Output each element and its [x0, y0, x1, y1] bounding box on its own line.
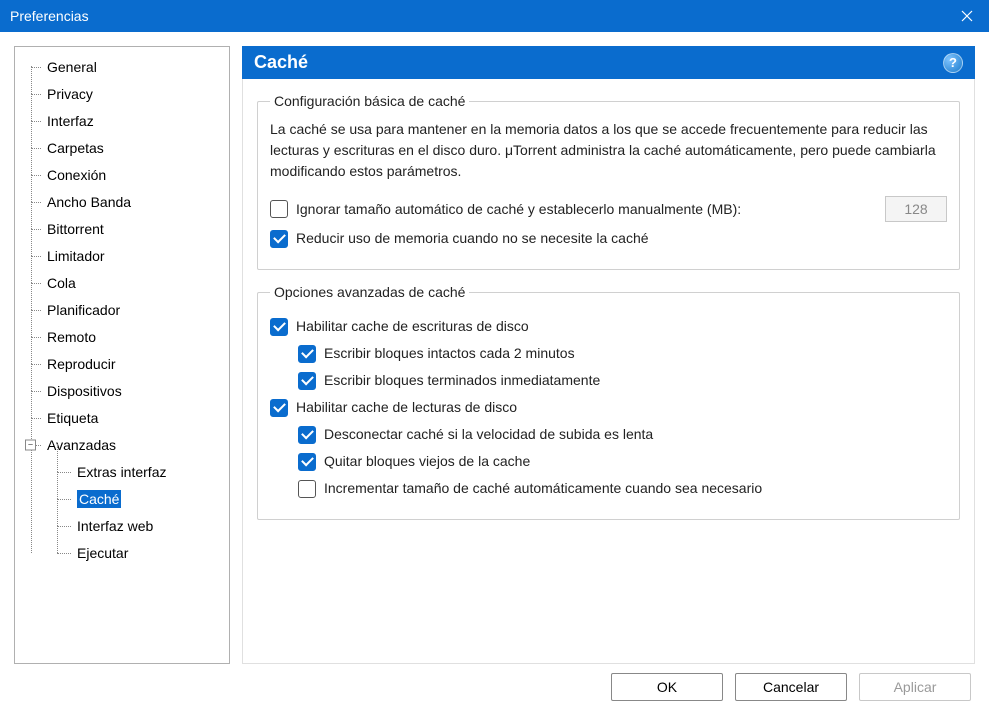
- checkbox-read-auto[interactable]: [298, 480, 316, 498]
- opt-write-intact-label: Escribir bloques intactos cada 2 minutos: [324, 343, 575, 364]
- tree-item[interactable]: Privacy: [19, 80, 225, 107]
- tree-item[interactable]: Dispositivos: [19, 377, 225, 404]
- opt-read-old[interactable]: Quitar bloques viejos de la cache: [298, 451, 947, 472]
- tree-item[interactable]: Carpetas: [19, 134, 225, 161]
- opt-read-auto-label: Incrementar tamaño de caché automáticame…: [324, 478, 762, 499]
- checkbox-manual-size[interactable]: [270, 200, 288, 218]
- manual-size-input[interactable]: [885, 196, 947, 222]
- checkbox-write-finished[interactable]: [298, 372, 316, 390]
- opt-read-cache[interactable]: Habilitar cache de lecturas de disco: [270, 397, 947, 418]
- titlebar: Preferencias: [0, 0, 989, 32]
- checkbox-reduce-memory[interactable]: [270, 230, 288, 248]
- tree-item[interactable]: Extras interfaz: [19, 458, 225, 485]
- tree-item[interactable]: Planificador: [19, 296, 225, 323]
- advanced-legend: Opciones avanzadas de caché: [270, 284, 469, 300]
- opt-read-auto[interactable]: Incrementar tamaño de caché automáticame…: [298, 478, 947, 499]
- tree-item[interactable]: Ejecutar: [19, 539, 225, 566]
- window-title: Preferencias: [10, 8, 89, 24]
- tree-item[interactable]: Ancho Banda: [19, 188, 225, 215]
- dialog-body: GeneralPrivacyInterfazCarpetasConexiónAn…: [0, 32, 989, 664]
- category-tree[interactable]: GeneralPrivacyInterfazCarpetasConexiónAn…: [14, 46, 230, 664]
- opt-manual-label: Ignorar tamaño automático de caché y est…: [296, 199, 741, 220]
- tree-item[interactable]: General: [19, 53, 225, 80]
- close-button[interactable]: [945, 0, 989, 32]
- tree-item[interactable]: Bittorrent: [19, 215, 225, 242]
- checkbox-read-slow[interactable]: [298, 426, 316, 444]
- basic-legend: Configuración básica de caché: [270, 93, 469, 109]
- tree-item[interactable]: Cola: [19, 269, 225, 296]
- tree-item[interactable]: Limitador: [19, 242, 225, 269]
- opt-reduce-label: Reducir uso de memoria cuando no se nece…: [296, 228, 649, 249]
- checkbox-write-intact[interactable]: [298, 345, 316, 363]
- opt-reduce-memory[interactable]: Reducir uso de memoria cuando no se nece…: [270, 228, 947, 249]
- opt-write-label: Habilitar cache de escrituras de disco: [296, 316, 529, 337]
- tree-item[interactable]: Etiqueta: [19, 404, 225, 431]
- apply-button: Aplicar: [859, 673, 971, 701]
- opt-read-old-label: Quitar bloques viejos de la cache: [324, 451, 530, 472]
- checkbox-read-cache[interactable]: [270, 399, 288, 417]
- panel-title: Caché: [254, 52, 308, 73]
- advanced-cache-group: Opciones avanzadas de caché Habilitar ca…: [257, 284, 960, 520]
- tree-item-advanced[interactable]: −Avanzadas: [19, 431, 225, 458]
- basic-description: La caché se usa para mantener en la memo…: [270, 119, 947, 182]
- opt-write-intact[interactable]: Escribir bloques intactos cada 2 minutos: [298, 343, 947, 364]
- help-icon[interactable]: ?: [943, 53, 963, 73]
- tree-item[interactable]: Conexión: [19, 161, 225, 188]
- tree-item[interactable]: Interfaz: [19, 107, 225, 134]
- collapse-icon[interactable]: −: [25, 439, 36, 450]
- cancel-button[interactable]: Cancelar: [735, 673, 847, 701]
- opt-manual-size[interactable]: Ignorar tamaño automático de caché y est…: [270, 196, 947, 222]
- tree-item[interactable]: Caché: [19, 485, 225, 512]
- basic-cache-group: Configuración básica de caché La caché s…: [257, 93, 960, 270]
- checkbox-read-old[interactable]: [298, 453, 316, 471]
- tree-item[interactable]: Remoto: [19, 323, 225, 350]
- checkbox-write-cache[interactable]: [270, 318, 288, 336]
- opt-read-slow-label: Desconectar caché si la velocidad de sub…: [324, 424, 653, 445]
- opt-read-label: Habilitar cache de lecturas de disco: [296, 397, 517, 418]
- opt-read-slow[interactable]: Desconectar caché si la velocidad de sub…: [298, 424, 947, 445]
- ok-button[interactable]: OK: [611, 673, 723, 701]
- settings-panel: Caché ? Configuración básica de caché La…: [242, 46, 975, 664]
- dialog-footer: OK Cancelar Aplicar: [0, 664, 989, 710]
- panel-body: Configuración básica de caché La caché s…: [242, 79, 975, 664]
- tree-item[interactable]: Interfaz web: [19, 512, 225, 539]
- close-icon: [961, 10, 973, 22]
- panel-header: Caché ?: [242, 46, 975, 79]
- opt-write-finished-label: Escribir bloques terminados inmediatamen…: [324, 370, 600, 391]
- opt-write-cache[interactable]: Habilitar cache de escrituras de disco: [270, 316, 947, 337]
- opt-write-finished[interactable]: Escribir bloques terminados inmediatamen…: [298, 370, 947, 391]
- tree-item[interactable]: Reproducir: [19, 350, 225, 377]
